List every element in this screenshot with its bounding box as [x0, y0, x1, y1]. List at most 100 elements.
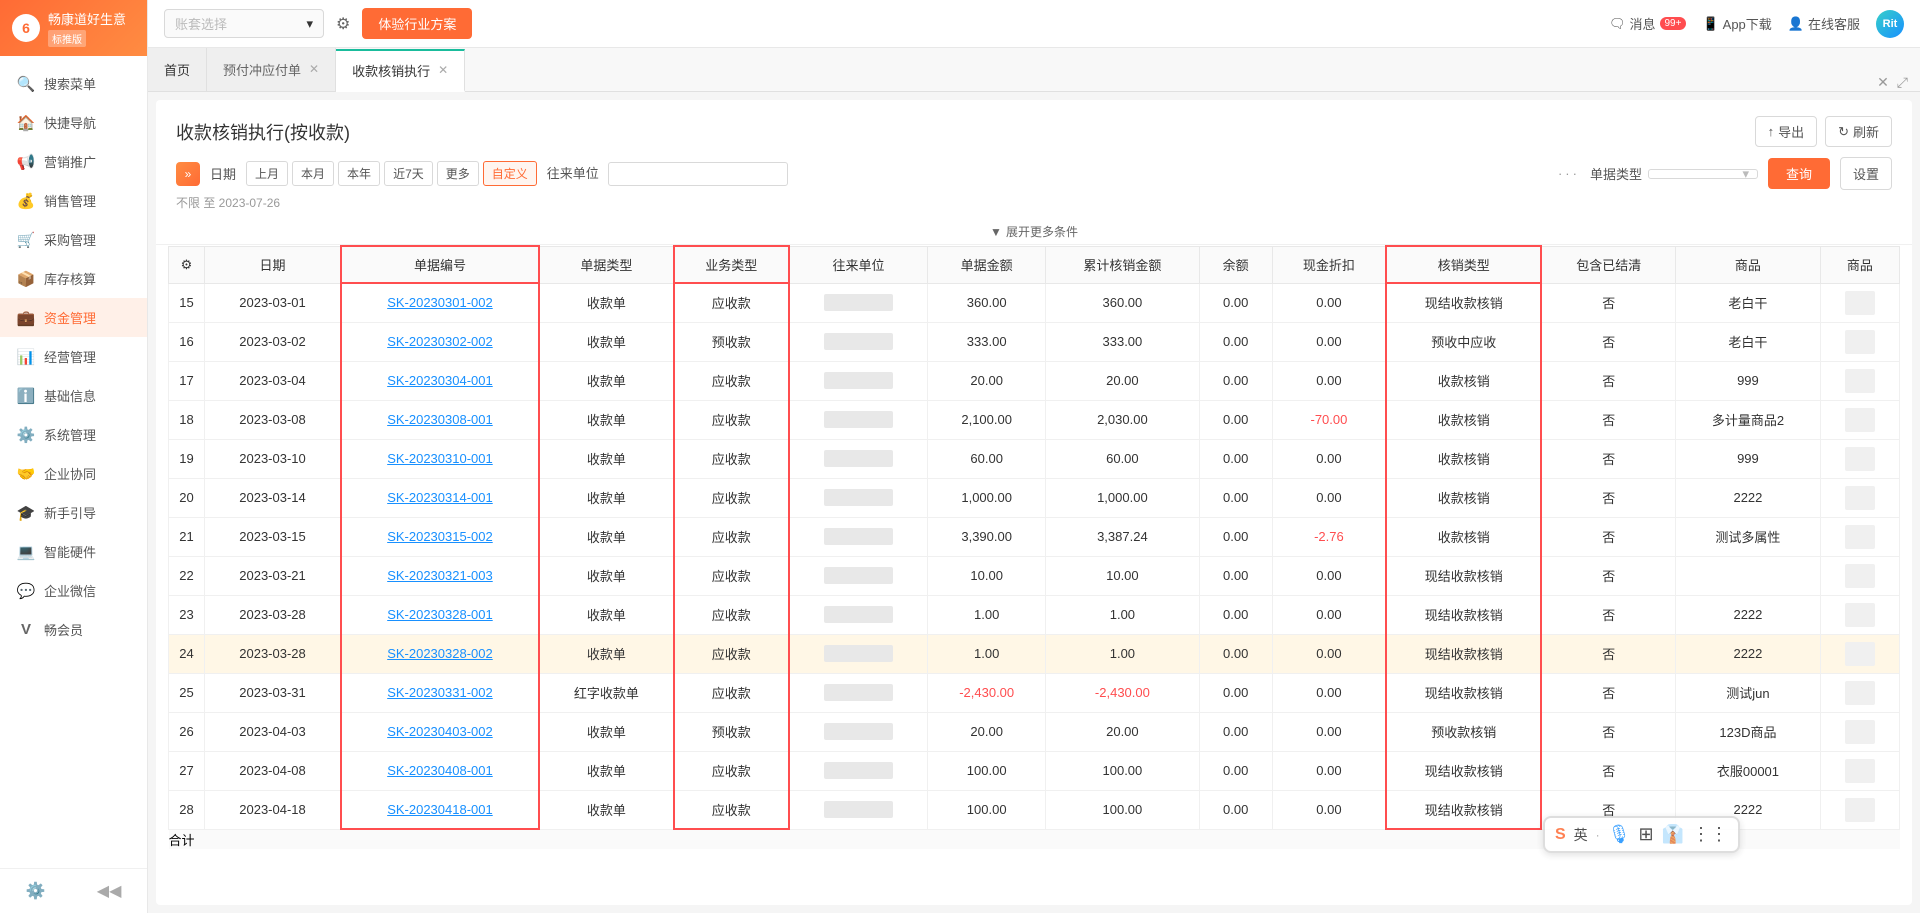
- cell-date: 2023-03-15: [205, 517, 342, 556]
- cell-no: 25: [169, 673, 205, 712]
- cell-included: 否: [1541, 361, 1675, 400]
- cell-no: 23: [169, 595, 205, 634]
- enterprise-icon: 🤝: [16, 465, 36, 483]
- sidebar-item-system[interactable]: ⚙️ 系统管理: [0, 415, 147, 454]
- counterparty-input[interactable]: [608, 162, 788, 186]
- cell-amount: 10.00: [928, 556, 1046, 595]
- bill-no-link[interactable]: SK-20230315-002: [387, 529, 493, 544]
- sidebar-item-marketing[interactable]: 📢 营销推广: [0, 142, 147, 181]
- settings-bottom-icon[interactable]: ⚙️: [26, 881, 46, 901]
- query-button[interactable]: 查询: [1768, 158, 1830, 189]
- industry-solution-button[interactable]: 体验行业方案: [362, 8, 472, 39]
- bill-no-link[interactable]: SK-20230331-002: [387, 685, 493, 700]
- cell-verify-type: 收款核销: [1386, 478, 1541, 517]
- col-settings[interactable]: ⚙: [169, 246, 205, 283]
- prepay-tab-close-icon[interactable]: ✕: [309, 62, 319, 76]
- cell-balance: 0.00: [1199, 712, 1272, 751]
- watermark-apps-icon[interactable]: ⋮⋮: [1692, 824, 1728, 845]
- date-this-month-btn[interactable]: 本月: [292, 161, 334, 186]
- voucher-type-select[interactable]: ▾: [1648, 169, 1758, 179]
- table-row: 16 2023-03-02 SK-20230302-002 收款单 预收款 33…: [169, 322, 1900, 361]
- sidebar-item-enterprise[interactable]: 🤝 企业协同: [0, 454, 147, 493]
- filter-more-dots[interactable]: ···: [1558, 166, 1580, 181]
- cell-balance: 0.00: [1199, 400, 1272, 439]
- expand-more-bar[interactable]: ▼ 展开更多条件: [156, 219, 1912, 245]
- sidebar-item-inventory[interactable]: 📦 库存核算: [0, 259, 147, 298]
- column-settings-icon[interactable]: ⚙: [181, 257, 193, 272]
- settings-button[interactable]: 设置: [1840, 157, 1892, 190]
- sidebar-item-hardware[interactable]: 💻 智能硬件: [0, 532, 147, 571]
- bill-no-link[interactable]: SK-20230418-001: [387, 802, 493, 817]
- cell-product1: 999: [1676, 439, 1821, 478]
- bill-no-link[interactable]: SK-20230308-001: [387, 412, 493, 427]
- bill-no-link[interactable]: SK-20230328-001: [387, 607, 493, 622]
- cell-balance: 0.00: [1199, 517, 1272, 556]
- sidebar-menu: 🔍 搜索菜单 🏠 快捷导航 📢 营销推广 💰 销售管理 🛒 采购管理 📦: [0, 56, 147, 868]
- bill-no-link[interactable]: SK-20230328-002: [387, 646, 493, 661]
- sidebar-item-member[interactable]: V 畅会员: [0, 610, 147, 649]
- user-avatar[interactable]: Rit: [1876, 10, 1904, 38]
- sidebar-item-newbie[interactable]: 🎓 新手引导: [0, 493, 147, 532]
- date-this-year-btn[interactable]: 本年: [338, 161, 380, 186]
- purchase-icon: 🛒: [16, 231, 36, 249]
- sidebar-item-purchase[interactable]: 🛒 采购管理: [0, 220, 147, 259]
- collapse-icon[interactable]: ◀◀: [97, 881, 122, 901]
- bill-no-link[interactable]: SK-20230314-001: [387, 490, 493, 505]
- date-custom-btn[interactable]: 自定义: [483, 161, 537, 186]
- watermark-mic-icon[interactable]: 🎙: [1608, 824, 1631, 845]
- cell-no: 21: [169, 517, 205, 556]
- page-title: 收款核销执行(按收款): [176, 119, 350, 145]
- sidebar-item-operations[interactable]: 📊 经营管理: [0, 337, 147, 376]
- watermark-s-icon: S: [1555, 826, 1566, 844]
- sidebar-item-label: 资金管理: [44, 308, 96, 327]
- sidebar-item-search[interactable]: 🔍 搜索菜单: [0, 64, 147, 103]
- cell-bill-no: SK-20230331-002: [341, 673, 539, 712]
- cell-verified: -2,430.00: [1046, 673, 1200, 712]
- cell-bill-no: SK-20230304-001: [341, 361, 539, 400]
- cell-amount: -2,430.00: [928, 673, 1046, 712]
- bill-no-link[interactable]: SK-20230321-003: [387, 568, 493, 583]
- refresh-button[interactable]: ↻ 刷新: [1825, 116, 1892, 147]
- tab-prepay[interactable]: 预付冲应付单 ✕: [207, 48, 336, 91]
- receipts-tab-close-icon[interactable]: ✕: [438, 63, 448, 77]
- bill-no-link[interactable]: SK-20230302-002: [387, 334, 493, 349]
- sidebar-item-basic[interactable]: ℹ️ 基础信息: [0, 376, 147, 415]
- watermark-shirt-icon[interactable]: 👔: [1662, 824, 1684, 845]
- filter-collapse-button[interactable]: »: [176, 162, 200, 186]
- date-7days-btn[interactable]: 近7天: [384, 161, 433, 186]
- sidebar-item-finance[interactable]: 💼 资金管理: [0, 298, 147, 337]
- table-row: 18 2023-03-08 SK-20230308-001 收款单 应收款 2,…: [169, 400, 1900, 439]
- export-button[interactable]: ↑ 导出: [1755, 116, 1818, 147]
- bill-no-link[interactable]: SK-20230408-001: [387, 763, 493, 778]
- date-prev-month-btn[interactable]: 上月: [246, 161, 288, 186]
- date-range-display: 不限 至 2023-07-26: [156, 194, 1912, 219]
- counterparty-label: 往来单位: [547, 166, 599, 181]
- tab-close-all-icon[interactable]: ✕: [1877, 74, 1889, 91]
- wechat-icon: 💬: [16, 582, 36, 600]
- date-more-btn[interactable]: 更多: [437, 161, 479, 186]
- account-selector[interactable]: 账套选择 ▾: [164, 9, 324, 38]
- page-content: 收款核销执行(按收款) ↑ 导出 ↻ 刷新 » 日期 上月: [156, 100, 1912, 905]
- bill-no-link[interactable]: SK-20230301-002: [387, 295, 493, 310]
- bill-no-link[interactable]: SK-20230403-002: [387, 724, 493, 739]
- bill-no-link[interactable]: SK-20230304-001: [387, 373, 493, 388]
- cell-product2: [1820, 283, 1899, 322]
- tab-receipts[interactable]: 收款核销执行 ✕: [336, 49, 465, 92]
- messages-btn[interactable]: 🗨 消息 99+: [1609, 14, 1687, 33]
- sidebar-item-quick-nav[interactable]: 🏠 快捷导航: [0, 103, 147, 142]
- cell-bill-type: 收款单: [539, 595, 674, 634]
- watermark-grid-icon[interactable]: ⊞: [1638, 824, 1653, 845]
- cell-biz-type: 应收款: [674, 517, 789, 556]
- app-download-btn[interactable]: 📱 App下载: [1702, 14, 1771, 33]
- cell-biz-type: 应收款: [674, 478, 789, 517]
- sidebar-item-wechat[interactable]: 💬 企业微信: [0, 571, 147, 610]
- tab-expand-icon[interactable]: ⤢: [1897, 74, 1908, 91]
- online-service-btn[interactable]: 👤 在线客服: [1788, 14, 1860, 33]
- topbar-settings-icon[interactable]: ⚙: [336, 14, 350, 34]
- sidebar-item-sales[interactable]: 💰 销售管理: [0, 181, 147, 220]
- cell-balance: 0.00: [1199, 556, 1272, 595]
- cell-verify-type: 预收款核销: [1386, 712, 1541, 751]
- receipts-tab-label: 收款核销执行: [352, 61, 430, 80]
- tab-home[interactable]: 首页: [148, 48, 207, 91]
- bill-no-link[interactable]: SK-20230310-001: [387, 451, 493, 466]
